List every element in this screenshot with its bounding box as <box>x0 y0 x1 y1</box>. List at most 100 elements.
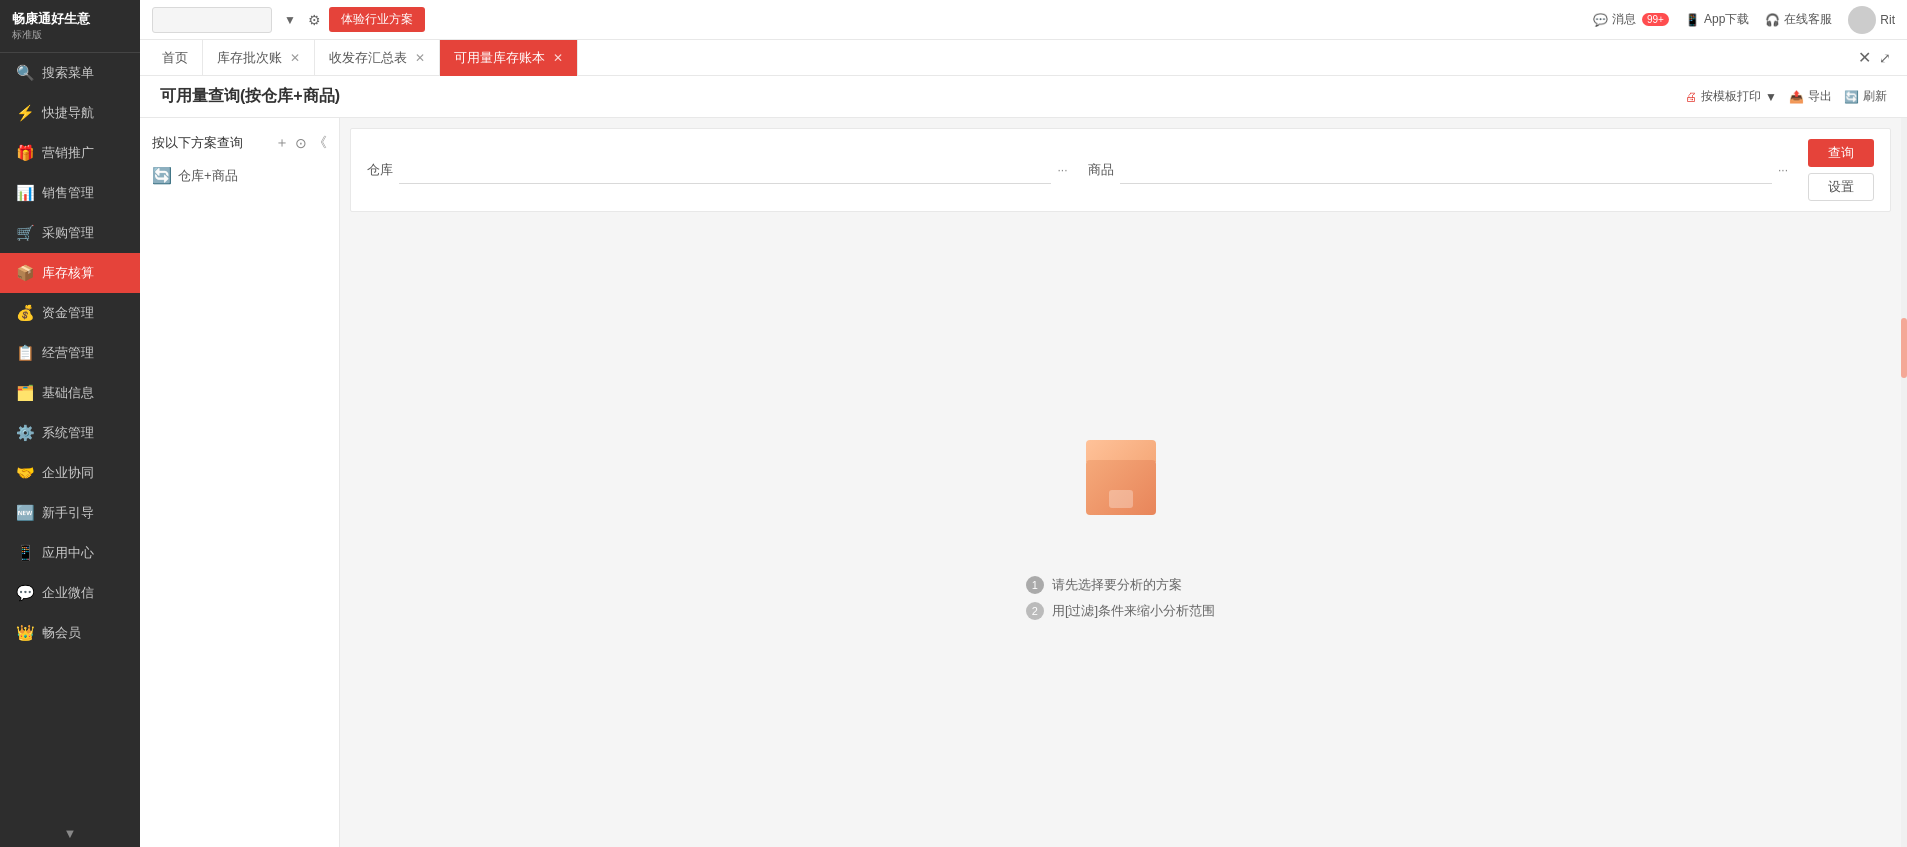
tab-batch-ledger-close[interactable]: ✕ <box>290 51 300 65</box>
tab-batch-ledger-label: 库存批次账 <box>217 49 282 67</box>
sidebar-item-label: 系统管理 <box>42 424 94 442</box>
setting-button[interactable]: 设置 <box>1808 173 1874 201</box>
sidebar-item-label: 基础信息 <box>42 384 94 402</box>
empty-illustration <box>1061 440 1181 560</box>
chat-icon: 💬 <box>16 584 34 602</box>
trial-btn[interactable]: 体验行业方案 <box>329 7 425 32</box>
print-dropdown-icon[interactable]: ▼ <box>1765 90 1777 104</box>
app-download-btn[interactable]: 📱 App下载 <box>1685 11 1749 28</box>
gift-icon: 🎁 <box>16 144 34 162</box>
sidebar-item-label: 新手引导 <box>42 504 94 522</box>
page-title: 可用量查询(按仓库+商品) <box>160 86 340 107</box>
dropdown-arrow-btn[interactable]: ▼ <box>280 11 300 29</box>
tabs-close-all-btn[interactable]: ✕ <box>1858 48 1871 67</box>
tab-stock-summary-close[interactable]: ✕ <box>415 51 425 65</box>
sidebar-item-shortcut[interactable]: ⚡ 快捷导航 <box>0 93 140 133</box>
sidebar-item-app-center[interactable]: 📱 应用中心 <box>0 533 140 573</box>
topbar-gear-btn[interactable]: ⚙ <box>308 12 321 28</box>
app-download-label: App下载 <box>1704 11 1749 28</box>
tab-available-ledger-label: 可用量库存账本 <box>454 49 545 67</box>
side-scrollbar[interactable] <box>1901 118 1907 847</box>
content-area: 按以下方案查询 ＋ ⊙ 《 🔄 仓库+商品 仓库 ··· <box>140 118 1907 847</box>
filter-add-btn[interactable]: ＋ <box>275 134 289 152</box>
filter-item-warehouse-goods[interactable]: 🔄 仓库+商品 <box>140 158 339 193</box>
online-service-btn[interactable]: 🎧 在线客服 <box>1765 11 1832 28</box>
sidebar-item-label: 库存核算 <box>42 264 94 282</box>
goods-input[interactable] <box>1120 156 1772 184</box>
sidebar-item-finance[interactable]: 💰 资金管理 <box>0 293 140 333</box>
message-btn[interactable]: 💬 消息 99+ <box>1593 11 1669 28</box>
box-face <box>1109 490 1133 508</box>
warehouse-input[interactable] <box>399 156 1051 184</box>
sidebar-item-inventory[interactable]: 📦 库存核算 <box>0 253 140 293</box>
tabs-expand-btn[interactable]: ⤢ <box>1879 50 1891 66</box>
filter-settings-btn[interactable]: ⊙ <box>295 135 307 151</box>
sidebar-item-label: 资金管理 <box>42 304 94 322</box>
warehouse-more-icon[interactable]: ··· <box>1057 163 1067 177</box>
hint1-text: 请先选择要分析的方案 <box>1052 576 1182 594</box>
sidebar-item-label: 营销推广 <box>42 144 94 162</box>
sidebar-item-basic[interactable]: 🗂️ 基础信息 <box>0 373 140 413</box>
tab-available-ledger-close[interactable]: ✕ <box>553 51 563 65</box>
main-area: ▼ ⚙ 体验行业方案 💬 消息 99+ 📱 App下载 🎧 在线客服 Rit <box>140 0 1907 847</box>
warehouse-label: 仓库 <box>367 161 393 179</box>
app-version: 标准版 <box>12 28 128 42</box>
sidebar-item-search[interactable]: 🔍 搜索菜单 <box>0 53 140 93</box>
filter-header-actions: ＋ ⊙ 《 <box>275 134 327 152</box>
sidebar-item-marketing[interactable]: 🎁 营销推广 <box>0 133 140 173</box>
tab-available-ledger[interactable]: 可用量库存账本 ✕ <box>440 40 578 76</box>
tab-stock-summary[interactable]: 收发存汇总表 ✕ <box>315 40 440 76</box>
hint1-number: 1 <box>1026 576 1044 594</box>
empty-state: 1 请先选择要分析的方案 2 用[过滤]条件来缩小分析范围 <box>350 222 1891 837</box>
sidebar-item-label: 企业微信 <box>42 584 94 602</box>
message-icon: 💬 <box>1593 13 1608 27</box>
tab-home[interactable]: 首页 <box>148 40 203 76</box>
box-svg <box>1076 440 1166 520</box>
box-top <box>1086 440 1156 462</box>
sidebar-item-purchase[interactable]: 🛒 采购管理 <box>0 213 140 253</box>
tab-batch-ledger[interactable]: 库存批次账 ✕ <box>203 40 315 76</box>
sidebar-item-system[interactable]: ⚙️ 系统管理 <box>0 413 140 453</box>
filter-item-label: 仓库+商品 <box>178 167 238 185</box>
query-button[interactable]: 查询 <box>1808 139 1874 167</box>
headset-icon: 🎧 <box>1765 13 1780 27</box>
export-btn[interactable]: 📤 导出 <box>1789 88 1832 105</box>
avatar <box>1848 6 1876 34</box>
sidebar-item-label: 搜索菜单 <box>42 64 94 82</box>
export-btn-label: 导出 <box>1808 88 1832 105</box>
folder-icon: 🗂️ <box>16 384 34 402</box>
search-input[interactable] <box>152 7 272 33</box>
sidebar-item-label: 采购管理 <box>42 224 94 242</box>
refresh-btn-label: 刷新 <box>1863 88 1887 105</box>
sidebar-item-label: 快捷导航 <box>42 104 94 122</box>
sidebar-item-newbie[interactable]: 🆕 新手引导 <box>0 493 140 533</box>
filter-collapse-btn[interactable]: 《 <box>313 134 327 152</box>
print-icon: 🖨 <box>1685 90 1697 104</box>
sidebar-item-sales[interactable]: 📊 销售管理 <box>0 173 140 213</box>
goods-more-icon[interactable]: ··· <box>1778 163 1788 177</box>
sidebar-item-member[interactable]: 👑 畅会员 <box>0 613 140 653</box>
sidebar-scroll-down[interactable]: ▼ <box>0 820 140 847</box>
warehouse-field-group: 仓库 ··· <box>367 156 1068 184</box>
money-icon: 💰 <box>16 304 34 322</box>
query-btn-group: 查询 设置 <box>1808 139 1874 201</box>
sidebar-item-wechat[interactable]: 💬 企业微信 <box>0 573 140 613</box>
empty-hint-1: 1 请先选择要分析的方案 <box>1026 576 1215 594</box>
box-icon: 📦 <box>16 264 34 282</box>
sidebar: 畅康通好生意 标准版 🔍 搜索菜单 ⚡ 快捷导航 🎁 营销推广 📊 销售管理 🛒… <box>0 0 140 847</box>
user-avatar-area[interactable]: Rit <box>1848 6 1895 34</box>
hint2-text: 用[过滤]条件来缩小分析范围 <box>1052 602 1215 620</box>
print-btn[interactable]: 🖨 按模板打印 ▼ <box>1685 88 1777 105</box>
sidebar-item-enterprise[interactable]: 🤝 企业协同 <box>0 453 140 493</box>
page-header: 可用量查询(按仓库+商品) 🖨 按模板打印 ▼ 📤 导出 🔄 刷新 <box>140 76 1907 118</box>
topbar: ▼ ⚙ 体验行业方案 💬 消息 99+ 📱 App下载 🎧 在线客服 Rit <box>140 0 1907 40</box>
filter-title: 按以下方案查询 <box>152 134 243 152</box>
box-body <box>1086 460 1156 515</box>
empty-hints: 1 请先选择要分析的方案 2 用[过滤]条件来缩小分析范围 <box>1026 576 1215 620</box>
refresh-btn[interactable]: 🔄 刷新 <box>1844 88 1887 105</box>
scrollbar-thumb[interactable] <box>1901 318 1907 378</box>
tabs-actions: ✕ ⤢ <box>1850 48 1899 67</box>
sidebar-item-operations[interactable]: 📋 经营管理 <box>0 333 140 373</box>
goods-field-group: 商品 ··· <box>1088 156 1789 184</box>
filter-panel: 按以下方案查询 ＋ ⊙ 《 🔄 仓库+商品 <box>140 118 340 847</box>
